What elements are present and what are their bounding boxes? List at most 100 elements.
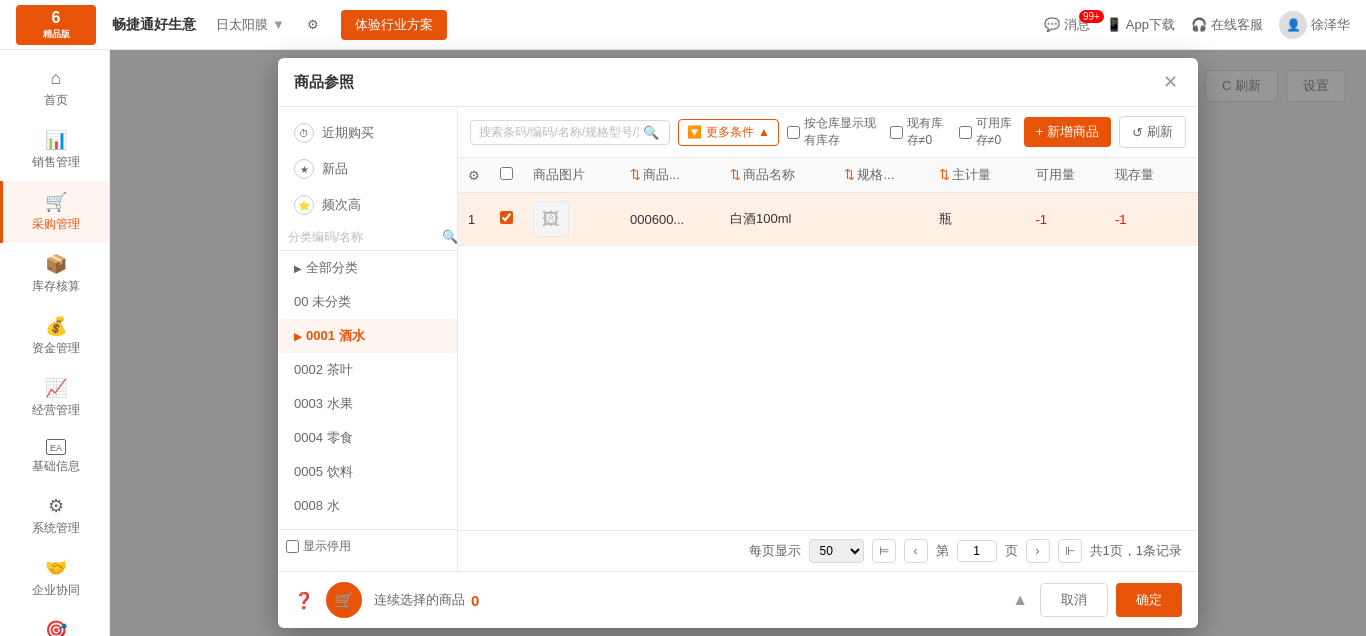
- cancel-button[interactable]: 取消: [1040, 583, 1108, 617]
- row-code: 000600...: [620, 193, 720, 246]
- sort-code-icon: ⇅: [630, 167, 641, 182]
- current-stock-checkbox[interactable]: [890, 126, 903, 139]
- goods-modal: 商品参照 ✕ ⏱ 近期购买 ★ 新品: [278, 58, 1198, 628]
- content-area: 查询 C 刷新 设置 商品参照 ✕ ⏱ 近期购: [110, 50, 1366, 636]
- sidebar-item-business[interactable]: 📈 经营管理: [0, 367, 109, 429]
- app-download-link[interactable]: 📱 App下载: [1106, 16, 1175, 34]
- confirm-button[interactable]: 确定: [1116, 583, 1182, 617]
- row-stock: -1: [1105, 193, 1198, 246]
- col-code[interactable]: ⇅商品...: [620, 158, 720, 193]
- sidebar-label-home: 首页: [44, 92, 68, 109]
- home-icon: ⌂: [51, 68, 62, 89]
- sidebar-item-inventory[interactable]: 📦 库存核算: [0, 243, 109, 305]
- check-current-stock[interactable]: 现有库存≠0: [890, 115, 947, 149]
- check2-label: 现有库存≠0: [907, 115, 947, 149]
- category-0003[interactable]: 0003 水果: [278, 387, 457, 421]
- help-icon[interactable]: ❓: [294, 591, 314, 610]
- sort-name-icon: ⇅: [730, 167, 741, 182]
- sidebar-label-enterprise: 企业协同: [32, 582, 80, 599]
- sales-icon: 📊: [45, 129, 67, 151]
- sidebar-item-purchase[interactable]: 🛒 采购管理: [0, 181, 109, 243]
- row-checkbox[interactable]: [500, 211, 513, 224]
- available-stock-checkbox[interactable]: [959, 126, 972, 139]
- user-profile[interactable]: 👤 徐泽华: [1279, 11, 1350, 39]
- filter-label: 更多条件: [706, 124, 754, 141]
- sidebar-item-finance[interactable]: 💰 资金管理: [0, 305, 109, 367]
- message-button[interactable]: 💬 消息 99+: [1044, 16, 1090, 34]
- category-00[interactable]: 00 未分类: [278, 285, 457, 319]
- select-all-checkbox[interactable]: [500, 167, 513, 180]
- product-table: ⚙ 商品图片 ⇅商品... ⇅商品名称: [458, 158, 1198, 530]
- col-spec[interactable]: ⇅规格...: [834, 158, 928, 193]
- category-all-label: 全部分类: [306, 259, 358, 277]
- more-filter-button[interactable]: 🔽 更多条件 ▲: [678, 119, 779, 146]
- col-name[interactable]: ⇅商品名称: [720, 158, 835, 193]
- sidebar: ⌂ 首页 📊 销售管理 🛒 采购管理 📦 库存核算 💰 资金管理 📈 经营管理 …: [0, 50, 110, 636]
- search-input[interactable]: [479, 125, 639, 139]
- modal-body: ⏱ 近期购买 ★ 新品 ⭐ 频次高: [278, 107, 1198, 571]
- category-all[interactable]: ▶ 全部分类: [278, 251, 457, 285]
- col-checkbox[interactable]: [490, 158, 523, 193]
- search-icon[interactable]: 🔍: [643, 125, 659, 140]
- category-0001[interactable]: ▶ 0001 酒水: [278, 319, 457, 353]
- category-search-input[interactable]: [288, 230, 438, 244]
- store-selector[interactable]: 日太阳膜 ▼: [216, 16, 285, 34]
- page-number-input[interactable]: [957, 540, 997, 562]
- sidebar-label-inventory: 库存核算: [32, 278, 80, 295]
- trial-button[interactable]: 体验行业方案: [341, 10, 447, 40]
- row-index: 1: [458, 193, 490, 246]
- add-product-button[interactable]: + 新增商品: [1024, 117, 1111, 147]
- sidebar-item-guide[interactable]: 🎯 新手引导: [0, 609, 109, 636]
- sidebar-item-sales[interactable]: 📊 销售管理: [0, 119, 109, 181]
- footer-collapse-icon[interactable]: ▲: [1012, 591, 1028, 609]
- page-size-select[interactable]: 50 100 200: [809, 539, 864, 563]
- warehouse-stock-checkbox[interactable]: [787, 126, 800, 139]
- app-logo: 6 精品版: [16, 5, 96, 45]
- prev-page-btn[interactable]: ‹: [904, 539, 928, 563]
- settings-icon[interactable]: ⚙: [297, 9, 329, 41]
- check-available-stock[interactable]: 可用库存≠0: [959, 115, 1016, 149]
- row-checkbox-cell[interactable]: [490, 193, 523, 246]
- new-product-item[interactable]: ★ 新品: [278, 151, 457, 187]
- modal-close-button[interactable]: ✕: [1158, 70, 1182, 94]
- first-page-btn[interactable]: ⊨: [872, 539, 896, 563]
- category-0004[interactable]: 0004 零食: [278, 421, 457, 455]
- basic-icon: EA: [46, 439, 66, 455]
- refresh-button[interactable]: ↺ 刷新: [1119, 116, 1186, 148]
- avatar: 👤: [1279, 11, 1307, 39]
- category-0002[interactable]: 0002 茶叶: [278, 353, 457, 387]
- next-page-btn[interactable]: ›: [1026, 539, 1050, 563]
- category-search-icon[interactable]: 🔍: [442, 229, 458, 244]
- category-0008[interactable]: 0008 水: [278, 489, 457, 523]
- display-disabled-checkbox[interactable]: [286, 540, 299, 553]
- last-page-btn[interactable]: ⊩: [1058, 539, 1082, 563]
- cart-icon[interactable]: 🛒: [326, 582, 362, 618]
- page-unit: 页: [1005, 542, 1018, 560]
- system-icon: ⚙: [48, 495, 64, 517]
- sidebar-item-enterprise[interactable]: 🤝 企业协同: [0, 547, 109, 609]
- sidebar-item-basic[interactable]: EA 基础信息: [0, 429, 109, 485]
- category-list: ▶ 全部分类 00 未分类 ▶ 0001 酒水 0002 茶: [278, 251, 457, 529]
- total-info: 共1页，1条记录: [1090, 542, 1182, 560]
- category-0005[interactable]: 0005 饮料: [278, 455, 457, 489]
- col-settings[interactable]: ⚙: [458, 158, 490, 193]
- sort-unit-icon: ⇅: [939, 167, 950, 182]
- category-search-bar: 🔍: [278, 223, 457, 251]
- online-service-link[interactable]: 🎧 在线客服: [1191, 16, 1263, 34]
- selected-count: 0: [471, 592, 479, 609]
- modal-right-panel: 🔍 🔽 更多条件 ▲ 按仓库显示现有库存: [458, 107, 1198, 571]
- filter-icon: 🔽: [687, 125, 702, 139]
- modal-header: 商品参照 ✕: [278, 58, 1198, 107]
- refresh-icon: ↺: [1132, 125, 1143, 140]
- sidebar-item-system[interactable]: ⚙ 系统管理: [0, 485, 109, 547]
- table-row[interactable]: 1 🖼 000600... 白酒100ml: [458, 193, 1198, 246]
- recent-purchase-item[interactable]: ⏱ 近期购买: [278, 115, 457, 151]
- navbar-right: 💬 消息 99+ 📱 App下载 🎧 在线客服 👤 徐泽华: [1044, 11, 1350, 39]
- new-product-label: 新品: [322, 160, 348, 178]
- check-warehouse-stock[interactable]: 按仓库显示现有库存: [787, 115, 878, 149]
- sidebar-item-home[interactable]: ⌂ 首页: [0, 58, 109, 119]
- footer-buttons: 取消 确定: [1040, 583, 1182, 617]
- col-unit[interactable]: ⇅主计量: [929, 158, 1026, 193]
- high-frequency-item[interactable]: ⭐ 频次高: [278, 187, 457, 223]
- selected-goods-info: 连续选择的商品 0: [374, 591, 1000, 609]
